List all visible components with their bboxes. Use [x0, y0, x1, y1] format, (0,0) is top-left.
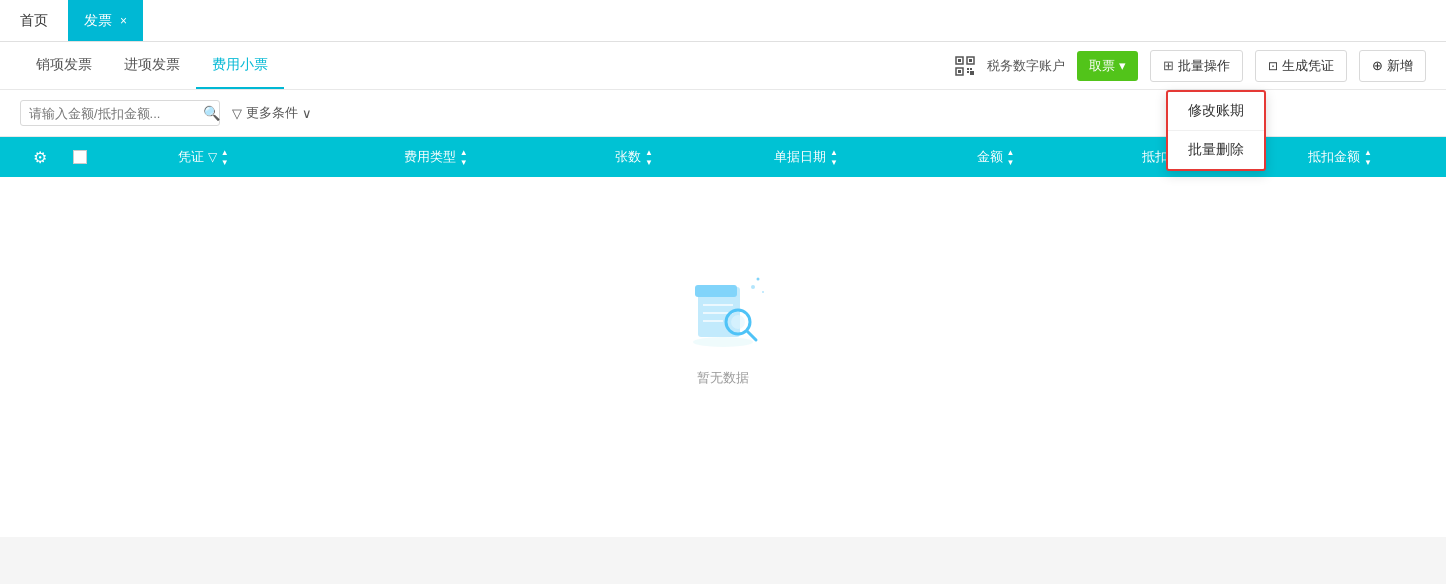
modify-period-item[interactable]: 修改账期 [1168, 92, 1264, 130]
action-buttons: 税务数字账户 取票 ▾ ⊞ 批量操作 ⊡ 生成凭证 ⊕ 新增 [955, 50, 1426, 82]
batch-op-dropdown: 修改账期 批量删除 [1166, 90, 1266, 171]
add-label: 新增 [1387, 57, 1413, 75]
qr-code-button[interactable] [955, 56, 975, 76]
qu-piao-button[interactable]: 取票 ▾ [1077, 51, 1138, 81]
qu-piao-dropdown-icon: ▾ [1119, 58, 1126, 73]
batch-icon: ⊞ [1163, 58, 1174, 73]
batch-delete-item[interactable]: 批量删除 [1168, 131, 1264, 169]
date-sort[interactable]: ▲▼ [830, 148, 838, 167]
secondary-nav: 销项发票 进项发票 费用小票 税务数字账户 [0, 42, 1446, 90]
tab-jinxiang[interactable]: 进项发票 [108, 42, 196, 89]
svg-rect-9 [970, 71, 974, 75]
more-conditions-button[interactable]: ▽ 更多条件 ∨ [232, 104, 312, 122]
tax-digital-button[interactable]: 税务数字账户 [987, 57, 1065, 75]
invoice-tab[interactable]: 发票 × [68, 0, 143, 41]
th-voucher: 凭证 ▽ ▲▼ [100, 148, 307, 167]
svg-rect-7 [970, 68, 972, 70]
tab-feiyong[interactable]: 费用小票 [196, 42, 284, 89]
filter-icon: ▽ [232, 106, 242, 121]
th-deduct-amount: 抵扣金额 ▲▼ [1254, 148, 1426, 167]
th-date: 单据日期 ▲▼ [703, 148, 910, 167]
batch-op-label: 批量操作 [1178, 57, 1230, 75]
svg-point-17 [731, 315, 745, 329]
svg-rect-1 [958, 59, 961, 62]
voucher-sort[interactable]: ▲▼ [221, 148, 229, 167]
invoice-tab-label: 发票 [84, 12, 112, 30]
add-icon: ⊕ [1372, 58, 1383, 73]
th-count: 张数 ▲▼ [565, 148, 703, 167]
svg-point-21 [762, 291, 764, 293]
svg-point-19 [751, 285, 755, 289]
search-input-wrap: 🔍 [20, 100, 220, 126]
generate-voucher-label: 生成凭证 [1282, 57, 1334, 75]
amount-sort[interactable]: ▲▼ [1007, 148, 1015, 167]
search-input[interactable] [29, 106, 197, 121]
svg-point-10 [693, 337, 753, 347]
generate-voucher-button[interactable]: ⊡ 生成凭证 [1255, 50, 1347, 82]
close-tab-icon[interactable]: × [120, 14, 127, 28]
home-tab[interactable]: 首页 [0, 0, 68, 41]
svg-rect-6 [967, 68, 969, 70]
svg-line-18 [747, 331, 756, 340]
th-expense-type: 费用类型 ▲▼ [307, 148, 565, 167]
empty-text: 暂无数据 [697, 369, 749, 387]
home-label: 首页 [20, 12, 48, 30]
svg-rect-12 [695, 285, 737, 297]
empty-state: 暂无数据 [0, 177, 1446, 427]
settings-icon[interactable]: ⚙ [33, 148, 47, 167]
deduct-amount-sort[interactable]: ▲▼ [1364, 148, 1372, 167]
svg-rect-3 [969, 59, 972, 62]
top-nav: 首页 发票 × [0, 0, 1446, 42]
gen-voucher-icon: ⊡ [1268, 59, 1278, 73]
th-checkbox [60, 150, 100, 164]
svg-point-20 [757, 278, 760, 281]
chevron-down-icon: ∨ [302, 106, 312, 121]
count-sort[interactable]: ▲▼ [645, 148, 653, 167]
svg-rect-8 [967, 71, 969, 73]
add-button[interactable]: ⊕ 新增 [1359, 50, 1426, 82]
qr-code-icon [955, 56, 975, 76]
main-content: ⚙ 凭证 ▽ ▲▼ 费用类型 ▲▼ 张数 ▲▼ 单据日期 ▲▼ [0, 137, 1446, 537]
tab-group: 销项发票 进项发票 费用小票 [20, 42, 284, 89]
empty-illustration [673, 257, 773, 357]
qu-piao-label: 取票 [1089, 57, 1115, 75]
th-amount: 金额 ▲▼ [909, 148, 1081, 167]
tab-xiaoxiang[interactable]: 销项发票 [20, 42, 108, 89]
expense-type-sort[interactable]: ▲▼ [460, 148, 468, 167]
th-settings: ⚙ [20, 148, 60, 167]
batch-op-button[interactable]: ⊞ 批量操作 [1150, 50, 1243, 82]
svg-rect-5 [958, 70, 961, 73]
header-checkbox[interactable] [73, 150, 87, 164]
search-icon[interactable]: 🔍 [203, 105, 220, 121]
voucher-filter-icon[interactable]: ▽ [208, 150, 217, 164]
